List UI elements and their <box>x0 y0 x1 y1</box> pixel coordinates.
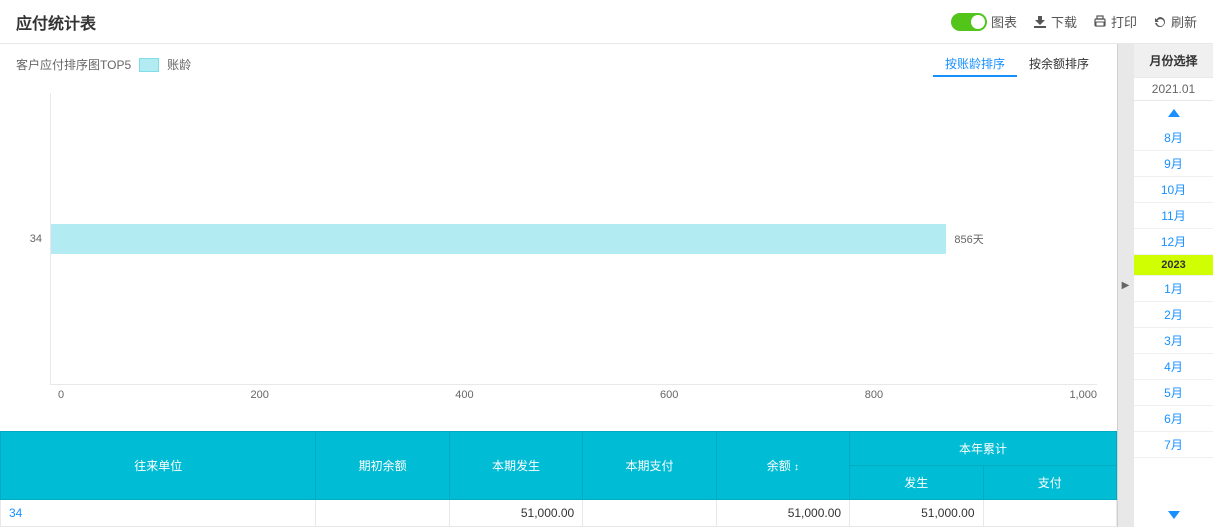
td-current-occurrence: 51,000.00 <box>449 500 582 527</box>
th-col6-group: 本年累计 <box>850 432 1117 466</box>
sidebar-year[interactable]: 2021.01 <box>1134 78 1213 101</box>
bar-row-34: 856天 <box>51 93 1097 384</box>
bar-chart: 34 856天 0 200 400 600 <box>20 93 1097 415</box>
sidebar-header: 月份选择 <box>1134 44 1213 78</box>
legend-text: 账龄 <box>167 56 191 73</box>
th-col3: 本期发生 <box>449 432 582 500</box>
y-label-34: 34 <box>30 233 42 245</box>
th-col1: 往来单位 <box>1 432 316 500</box>
download-button[interactable]: 下载 <box>1033 12 1077 31</box>
x-label-200: 200 <box>251 389 269 401</box>
x-axis: 0 200 400 600 800 1,000 <box>20 389 1097 401</box>
id-link[interactable]: 34 <box>9 506 22 520</box>
sort-by-balance-button[interactable]: 按余额排序 <box>1017 52 1101 77</box>
td-opening-balance <box>316 500 449 527</box>
legend-title: 客户应付排序图TOP5 <box>16 56 131 73</box>
month-12[interactable]: 12月 <box>1134 229 1213 255</box>
x-label-0: 0 <box>58 389 64 401</box>
print-icon <box>1093 15 1107 29</box>
app-container: 应付统计表 图表 下载 打印 刷新 <box>0 0 1213 527</box>
chevron-right-icon: ▶ <box>1122 280 1130 291</box>
chart-label: 图表 <box>991 12 1017 31</box>
chart-legend: 客户应付排序图TOP5 账龄 <box>16 56 191 73</box>
chevron-down-icon <box>1166 507 1182 523</box>
toggle-switch-icon[interactable] <box>951 13 987 31</box>
x-label-1000: 1,000 <box>1069 389 1097 401</box>
month-5[interactable]: 5月 <box>1134 380 1213 406</box>
right-panel: ▶ 月份选择 2021.01 8月 9月 10月 11月 12月 2023 1月… <box>1117 44 1213 527</box>
chart-section: 客户应付排序图TOP5 账龄 按账龄排序 按余额排序 34 <box>0 44 1117 527</box>
month-3[interactable]: 3月 <box>1134 328 1213 354</box>
sort-by-age-button[interactable]: 按账龄排序 <box>933 52 1017 77</box>
th-col6-sub1: 发生 <box>850 466 983 500</box>
sidebar-months: 8月 9月 10月 11月 12月 2023 1月 2月 3月 4月 5月 6月… <box>1134 125 1213 503</box>
bar-34 <box>51 224 946 254</box>
refresh-button[interactable]: 刷新 <box>1153 12 1197 31</box>
chart-sort-buttons: 按账龄排序 按余额排序 <box>933 52 1101 77</box>
refresh-label: 刷新 <box>1171 12 1197 31</box>
sidebar: 月份选择 2021.01 8月 9月 10月 11月 12月 2023 1月 2… <box>1133 44 1213 527</box>
th-col4: 本期支付 <box>583 432 716 500</box>
chart-body: 34 856天 0 200 400 600 <box>0 85 1117 431</box>
th-col6-sub2: 支付 <box>983 466 1117 500</box>
balance-sort-icon: ↕ <box>794 462 799 473</box>
td-id: 34 <box>1 500 316 527</box>
data-table: 往来单位 期初余额 本期发生 本期支付 余额 ↕ 本年累计 发生 <box>0 431 1117 527</box>
th-col2: 期初余额 <box>316 432 449 500</box>
month-2[interactable]: 2月 <box>1134 302 1213 328</box>
td-current-payment <box>583 500 716 527</box>
chart-top: 客户应付排序图TOP5 账龄 按账龄排序 按余额排序 <box>0 44 1117 85</box>
print-button[interactable]: 打印 <box>1093 12 1137 31</box>
page-title: 应付统计表 <box>16 10 96 34</box>
y-axis: 34 <box>20 93 50 385</box>
sidebar-up-button[interactable] <box>1134 101 1213 125</box>
download-icon <box>1033 15 1047 29</box>
month-4[interactable]: 4月 <box>1134 354 1213 380</box>
x-label-600: 600 <box>660 389 678 401</box>
sidebar-collapse-toggle[interactable]: ▶ <box>1117 44 1133 527</box>
month-1[interactable]: 1月 <box>1134 276 1213 302</box>
bar-chart-inner: 34 856天 <box>20 93 1097 385</box>
header-actions: 图表 下载 打印 刷新 <box>951 12 1197 31</box>
header: 应付统计表 图表 下载 打印 刷新 <box>0 0 1213 44</box>
main-content: 客户应付排序图TOP5 账龄 按账龄排序 按余额排序 34 <box>0 44 1213 527</box>
chevron-up-icon <box>1166 105 1182 121</box>
bar-label-34: 856天 <box>954 231 983 247</box>
month-6[interactable]: 6月 <box>1134 406 1213 432</box>
td-ytd-payment <box>983 500 1117 527</box>
month-9[interactable]: 9月 <box>1134 151 1213 177</box>
chart-toggle[interactable]: 图表 <box>951 12 1017 31</box>
chart-area: 856天 <box>50 93 1097 385</box>
download-label: 下载 <box>1051 12 1077 31</box>
month-11[interactable]: 11月 <box>1134 203 1213 229</box>
td-balance: 51,000.00 <box>716 500 849 527</box>
table-section: 往来单位 期初余额 本期发生 本期支付 余额 ↕ 本年累计 发生 <box>0 431 1117 527</box>
refresh-icon <box>1153 15 1167 29</box>
month-7[interactable]: 7月 <box>1134 432 1213 458</box>
table-row: 34 51,000.00 51,000.00 51,000.00 <box>1 500 1117 527</box>
print-label: 打印 <box>1111 12 1137 31</box>
th-col5: 余额 ↕ <box>716 432 849 500</box>
month-10[interactable]: 10月 <box>1134 177 1213 203</box>
td-ytd-occurrence: 51,000.00 <box>850 500 983 527</box>
sidebar-down-button[interactable] <box>1134 503 1213 527</box>
year-2023[interactable]: 2023 <box>1134 255 1213 276</box>
month-8[interactable]: 8月 <box>1134 125 1213 151</box>
legend-color-box <box>139 58 159 72</box>
x-label-800: 800 <box>865 389 883 401</box>
x-label-400: 400 <box>455 389 473 401</box>
